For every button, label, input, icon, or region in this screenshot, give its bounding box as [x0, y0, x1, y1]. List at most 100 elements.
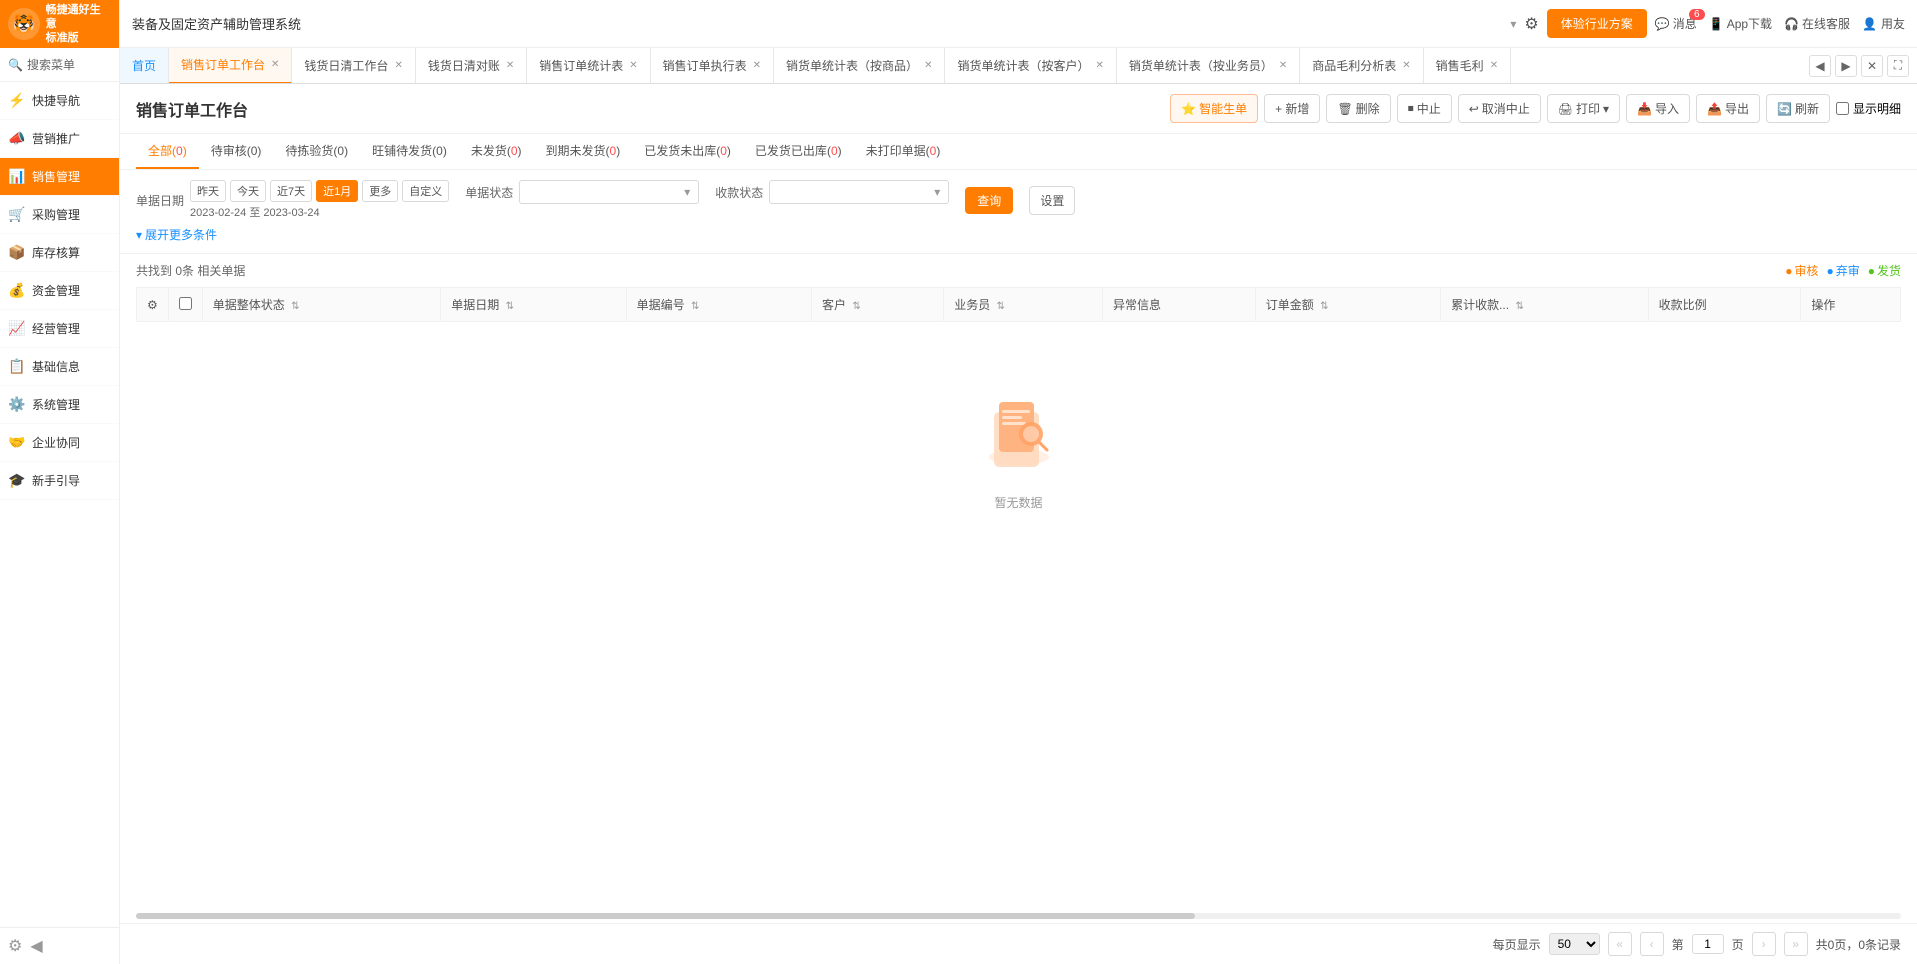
sidebar-collapse-btn[interactable]: ◀ — [30, 936, 42, 956]
sort-customer-icon: ⇅ — [852, 301, 860, 312]
tab-close-margin[interactable]: ✕ — [1402, 60, 1410, 71]
scroll-thumb[interactable] — [136, 913, 1195, 919]
sub-tab-pending-inspect[interactable]: 待拣验货(0) — [273, 134, 360, 169]
tab-close-sales-exec[interactable]: ✕ — [753, 60, 761, 71]
sidebar-item-sys-mgmt[interactable]: ⚙️ 系统管理 — [0, 386, 119, 424]
show-detail-checkbox[interactable] — [1836, 102, 1849, 115]
last-page-btn[interactable]: » — [1784, 932, 1808, 956]
col-amount-header[interactable]: 订单金额 ⇅ — [1255, 288, 1440, 322]
date-more-btn[interactable]: 更多 — [362, 180, 398, 202]
cancel-stop-btn[interactable]: ↩ 取消中止 — [1458, 94, 1541, 123]
col-status-header[interactable]: 单据整体状态 ⇅ — [202, 288, 440, 322]
tab-close-gross[interactable]: ✕ — [1490, 60, 1498, 71]
sub-tab-pending-review[interactable]: 待审核(0) — [199, 134, 274, 169]
date-7days-btn[interactable]: 近7天 — [270, 180, 312, 202]
payment-select[interactable]: ▾ — [769, 180, 949, 204]
tab-close-stats-staff[interactable]: ✕ — [1279, 60, 1287, 71]
status-select[interactable]: ▾ — [519, 180, 699, 204]
app-download-btn[interactable]: 📱 App下载 — [1709, 15, 1772, 32]
tab-close-cash-goods[interactable]: ✕ — [506, 60, 514, 71]
sub-tab-overdue-not-shipped[interactable]: 到期未发货(0) — [534, 134, 633, 169]
tab-cash-goods-account[interactable]: 钱货日清对账 ✕ — [416, 48, 527, 84]
settings-filter-btn[interactable]: 设置 — [1029, 186, 1075, 215]
tab-sales-gross[interactable]: 销售毛利 ✕ — [1424, 48, 1511, 84]
ship-btn[interactable]: ● 发货 — [1868, 262, 1901, 279]
import-btn[interactable]: 📥 导入 — [1626, 94, 1690, 123]
col-collected-header[interactable]: 累计收款... ⇅ — [1441, 288, 1648, 322]
print-btn[interactable]: 🖨 打印 ▾ — [1547, 94, 1620, 123]
sub-tab-not-printed[interactable]: 未打印单据(0) — [854, 134, 953, 169]
sub-tab-wangpu-pending-ship[interactable]: 旺铺待发货(0) — [360, 134, 459, 169]
smart-btn[interactable]: ⭐ 智能生单 — [1170, 94, 1258, 123]
date-today-btn[interactable]: 今天 — [230, 180, 266, 202]
sidebar-item-finance[interactable]: 💰 资金管理 — [0, 272, 119, 310]
export-btn[interactable]: 📤 导出 — [1696, 94, 1760, 123]
tab-scroll-left-btn[interactable]: ◀ — [1809, 55, 1831, 77]
sidebar-item-operations[interactable]: 📈 经营管理 — [0, 310, 119, 348]
tab-product-margin[interactable]: 商品毛利分析表 ✕ — [1300, 48, 1423, 84]
message-btn[interactable]: 💬 消息 6 — [1655, 15, 1697, 32]
new-btn[interactable]: + 新增 — [1264, 94, 1320, 123]
date-custom-btn[interactable]: 自定义 — [402, 180, 449, 202]
page-number-input[interactable] — [1692, 934, 1724, 954]
sub-tab-shipped-not-warehoused[interactable]: 已发货未出库(0) — [632, 134, 743, 169]
col-date-header[interactable]: 单据日期 ⇅ — [441, 288, 626, 322]
page-size-select[interactable]: 10 20 50 100 — [1549, 933, 1600, 955]
tab-sales-order-exec[interactable]: 销售订单执行表 ✕ — [651, 48, 774, 84]
delete-btn[interactable]: 🗑 删除 — [1326, 94, 1390, 123]
user-area[interactable]: 👤 用友 — [1862, 15, 1905, 32]
tab-cash-daily-workbench[interactable]: 钱货日清工作台 ✕ — [292, 48, 415, 84]
tab-close-sales-stats[interactable]: ✕ — [629, 60, 637, 71]
sidebar-item-marketing[interactable]: 📣 营销推广 — [0, 120, 119, 158]
sidebar-item-enterprise[interactable]: 🤝 企业协同 — [0, 424, 119, 462]
col-customer-header[interactable]: 客户 ⇅ — [811, 288, 943, 322]
tab-sales-order-workbench[interactable]: 销售订单工作台 ✕ — [169, 48, 292, 84]
tab-sales-stats-product[interactable]: 销货单统计表（按商品） ✕ — [774, 48, 945, 84]
date-yesterday-btn[interactable]: 昨天 — [190, 180, 226, 202]
sidebar-settings-btn[interactable]: ⚙ — [8, 936, 22, 956]
tab-close-sales-order[interactable]: ✕ — [271, 59, 279, 70]
tab-scroll-right-btn[interactable]: ▶ — [1835, 55, 1857, 77]
query-btn[interactable]: 查询 — [965, 187, 1013, 214]
col-number-header[interactable]: 单据编号 ⇅ — [626, 288, 811, 322]
cancel-audit-btn[interactable]: ● 弃审 — [1826, 262, 1859, 279]
tab-close-cash-daily[interactable]: ✕ — [394, 60, 402, 71]
tab-sales-stats-customer[interactable]: 销货单统计表（按客户） ✕ — [945, 48, 1116, 84]
col-staff-header[interactable]: 业务员 ⇅ — [944, 288, 1103, 322]
sidebar-item-inventory[interactable]: 📦 库存核算 — [0, 234, 119, 272]
experience-btn[interactable]: 体验行业方案 — [1547, 9, 1647, 38]
refresh-btn[interactable]: 🔄 刷新 — [1766, 94, 1830, 123]
tab-sales-order-stats[interactable]: 销售订单统计表 ✕ — [527, 48, 650, 84]
sidebar-item-search[interactable]: 🔍 搜索菜单 — [0, 48, 119, 82]
tab-close-stats-customer[interactable]: ✕ — [1095, 60, 1103, 71]
select-all-checkbox[interactable] — [179, 297, 192, 310]
audit-btn[interactable]: ● 审核 — [1785, 262, 1818, 279]
sidebar-item-quick-nav[interactable]: ⚡ 快捷导航 — [0, 82, 119, 120]
tab-close-stats-product[interactable]: ✕ — [924, 60, 932, 71]
expand-btn[interactable]: ▾ 展开更多条件 — [136, 226, 1901, 243]
sidebar-item-base-info[interactable]: 📋 基础信息 — [0, 348, 119, 386]
tab-home[interactable]: 首页 — [120, 48, 169, 84]
settings-btn[interactable]: ⚙ — [1524, 14, 1538, 34]
stop-btn[interactable]: ⏹ 中止 — [1397, 94, 1452, 123]
dropdown-icon[interactable]: ▾ — [1510, 17, 1516, 31]
sub-tab-shipped-warehoused[interactable]: 已发货已出库(0) — [743, 134, 854, 169]
date-1month-btn[interactable]: 近1月 — [316, 180, 358, 202]
col-settings-header[interactable]: ⚙ — [137, 288, 169, 322]
col-check-header[interactable] — [168, 288, 202, 322]
tab-fullscreen-btn[interactable]: ⛶ — [1887, 55, 1909, 77]
sidebar-item-purchase[interactable]: 🛒 采购管理 — [0, 196, 119, 234]
sidebar-item-new-guide[interactable]: 🎓 新手引导 — [0, 462, 119, 500]
sub-tab-all[interactable]: 全部(0) — [136, 134, 199, 169]
sub-tab-not-shipped[interactable]: 未发货(0) — [459, 134, 534, 169]
scroll-bar-area[interactable] — [120, 909, 1917, 923]
sidebar-item-sales[interactable]: 📊 销售管理 — [0, 158, 119, 196]
prev-page-btn[interactable]: ‹ — [1640, 932, 1664, 956]
tab-close-all-btn[interactable]: ✕ — [1861, 55, 1883, 77]
tab-sales-stats-staff[interactable]: 销货单统计表（按业务员） ✕ — [1117, 48, 1300, 84]
scroll-track[interactable] — [136, 913, 1901, 919]
next-page-btn[interactable]: › — [1752, 932, 1776, 956]
show-detail-label[interactable]: 显示明细 — [1836, 100, 1901, 117]
online-service-btn[interactable]: 🎧 在线客服 — [1784, 15, 1850, 32]
first-page-btn[interactable]: « — [1608, 932, 1632, 956]
